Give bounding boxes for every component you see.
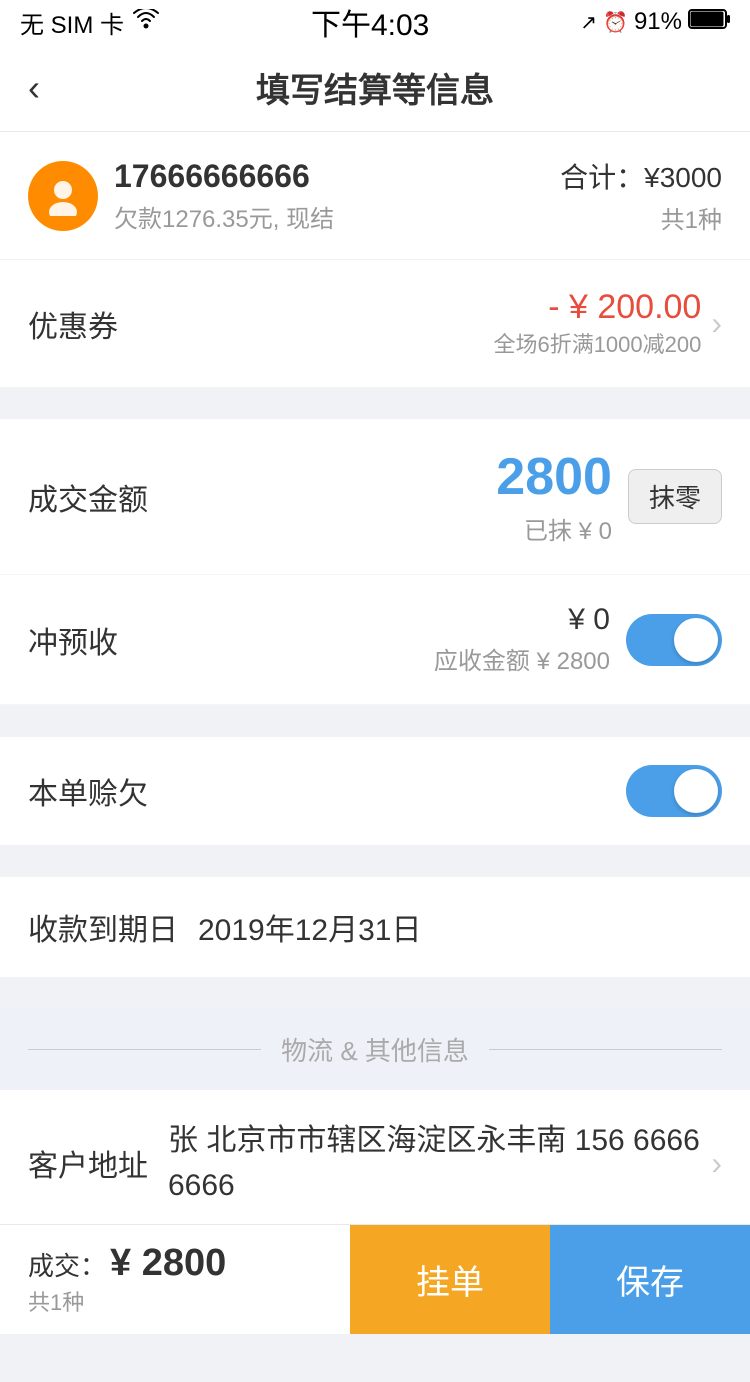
coupon-amount: - ¥ 200.00 [493,288,701,327]
status-bar: 无 SIM 卡 下午4:03 ↗ ⏰ 91% [0,0,750,44]
allowance-toggle[interactable] [626,765,722,817]
logistics-line-left [28,1049,261,1050]
section-divider-2 [0,721,750,737]
due-date-value: 2019年12月31日 [198,905,421,949]
prepay-label: 冲预收 [28,618,118,662]
prepay-toggle[interactable] [626,614,722,666]
status-left: 无 SIM 卡 [20,5,160,40]
page-title: 填写结算等信息 [256,63,494,112]
bottom-deal-label: 成交： [28,1246,106,1283]
user-details: 17666666666 欠款1276.35元, 现结 [114,158,334,234]
user-info-row: 17666666666 欠款1276.35元, 现结 合计：¥3000 共1种 [0,132,750,259]
save-button[interactable]: 保存 [550,1225,750,1334]
prepay-amount: ¥ 0 [434,603,610,637]
section-divider-1 [0,403,750,419]
deal-amount-right: 2800 已抹 ¥ 0 抹零 [496,447,722,546]
address-chevron-icon: › [711,1145,722,1182]
prepay-right: ¥ 0 应收金额 ¥ 2800 [434,603,722,676]
user-phone: 17666666666 [114,158,334,195]
chevron-right-icon: › [711,305,722,342]
user-count: 共1种 [560,200,722,235]
coupon-label: 优惠券 [28,302,118,346]
coupon-right: - ¥ 200.00 全场6折满1000减200 › [493,288,722,359]
allowance-row: 本单赊欠 [0,737,750,845]
hang-order-button[interactable]: 挂单 [350,1225,550,1334]
deal-amount-card: 成交金额 2800 已抹 ¥ 0 抹零 冲预收 ¥ 0 应收金额 ¥ 2800 [0,419,750,705]
user-info-card: 17666666666 欠款1276.35元, 现结 合计：¥3000 共1种 … [0,132,750,387]
user-total: 合计：¥3000 [560,156,722,196]
user-avatar [28,161,98,231]
address-card: 客户地址 张 北京市市辖区海淀区永丰南 156 6666 6666 › [0,1090,750,1236]
bottom-total-row: 成交： ¥ 2800 [28,1242,322,1285]
sim-status: 无 SIM 卡 [20,5,124,40]
status-right: ↗ ⏰ 91% [580,8,730,37]
deal-amount-sub: 已抹 ¥ 0 [496,511,612,546]
logistics-header: 物流 & 其他信息 [0,1009,750,1090]
allowance-label: 本单赊欠 [28,769,148,813]
prepay-value-area: ¥ 0 应收金额 ¥ 2800 [434,603,610,676]
user-debt: 欠款1276.35元, 现结 [114,199,334,234]
address-row[interactable]: 客户地址 张 北京市市辖区海淀区永丰南 156 6666 6666 › [0,1090,750,1236]
wifi-icon [132,8,160,36]
address-label: 客户地址 [28,1141,148,1185]
deal-amount-value-area: 2800 已抹 ¥ 0 [496,447,612,546]
section-divider-4 [0,993,750,1009]
bottom-total-area: 成交： ¥ 2800 共1种 [0,1225,350,1334]
alarm-icon: ⏰ [603,10,628,35]
user-left: 17666666666 欠款1276.35元, 现结 [28,158,334,234]
section-divider-3 [0,861,750,877]
user-right: 合计：¥3000 共1种 [560,156,722,235]
deal-amount-label: 成交金额 [28,475,168,519]
deal-amount-row: 成交金额 2800 已抹 ¥ 0 抹零 [0,419,750,575]
logistics-text: 物流 & 其他信息 [281,1031,469,1068]
prepay-row: 冲预收 ¥ 0 应收金额 ¥ 2800 [0,575,750,705]
due-date-card: 收款到期日 2019年12月31日 [0,877,750,977]
bottom-deal-amount: ¥ 2800 [110,1242,226,1285]
nav-bar: ‹ 填写结算等信息 [0,44,750,132]
battery-percent: 91% [634,8,682,36]
round-zero-button[interactable]: 抹零 [628,469,722,524]
bottom-bar: 成交： ¥ 2800 共1种 挂单 保存 [0,1224,750,1334]
due-date-row: 收款到期日 2019年12月31日 [0,877,750,977]
address-value: 张 北京市市辖区海淀区永丰南 156 6666 6666 [168,1118,711,1208]
logistics-line-right [489,1049,722,1050]
back-button[interactable]: ‹ [28,67,40,109]
due-date-label: 收款到期日 [28,905,178,949]
bottom-count: 共1种 [28,1285,322,1317]
coupon-row[interactable]: 优惠券 - ¥ 200.00 全场6折满1000减200 › [0,259,750,387]
status-time: 下午4:03 [311,0,429,44]
coupon-detail: 全场6折满1000减200 [493,327,701,359]
deal-amount-value: 2800 [496,447,612,507]
allowance-card: 本单赊欠 [0,737,750,845]
battery-icon [688,8,730,37]
location-arrow-icon: ↗ [580,10,597,35]
prepay-receivable: 应收金额 ¥ 2800 [434,641,610,676]
coupon-info: - ¥ 200.00 全场6折满1000减200 [493,288,701,359]
